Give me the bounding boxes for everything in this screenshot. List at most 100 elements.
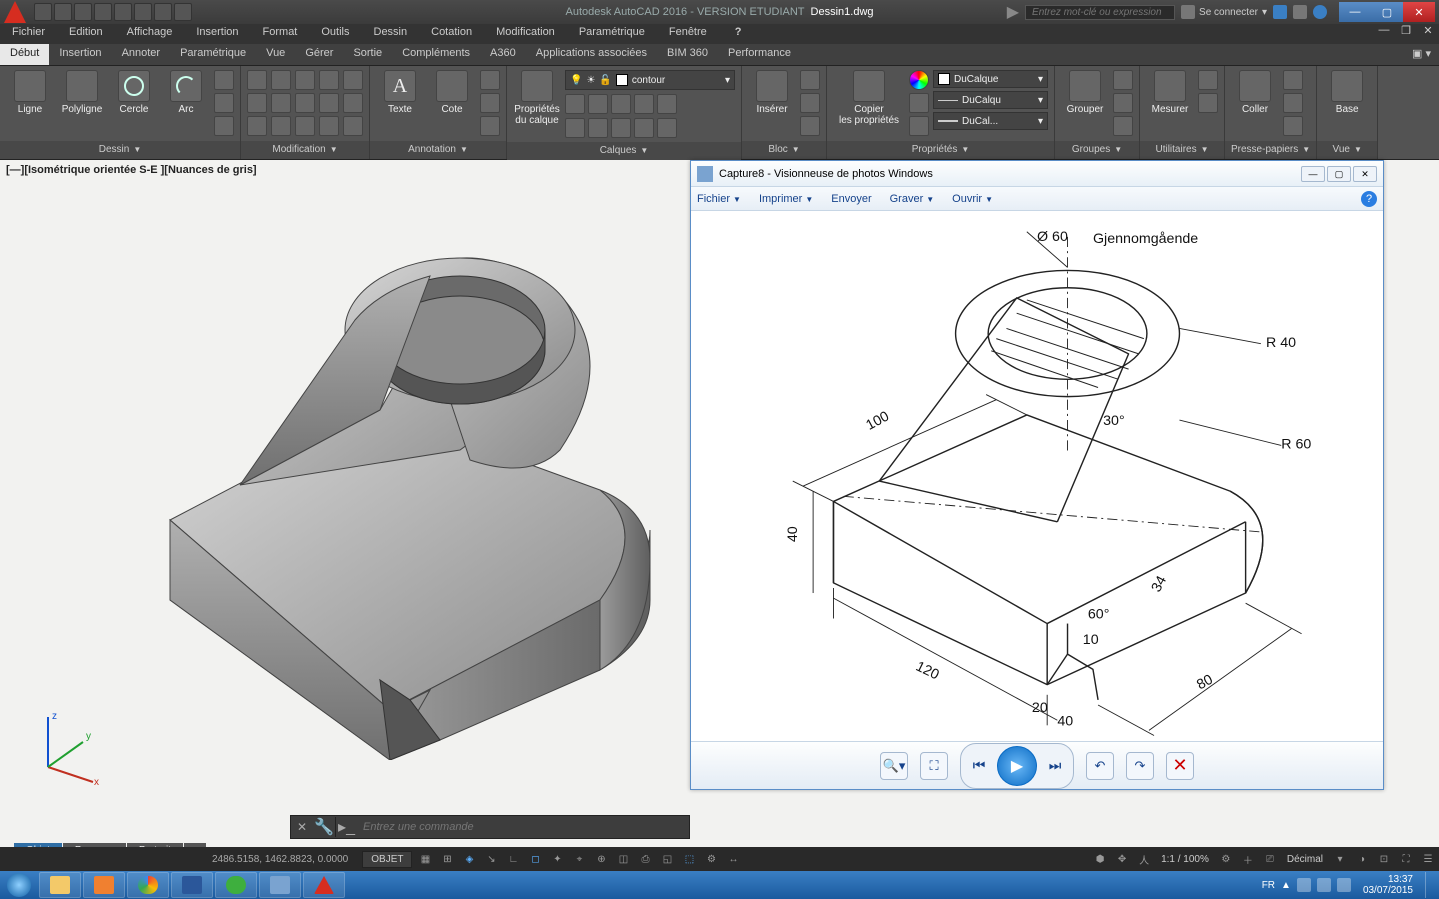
tool-layer-props[interactable]: Propriétés du calque	[513, 70, 561, 126]
util-2[interactable]	[1198, 93, 1218, 113]
sb-4[interactable]: ∟	[502, 849, 524, 869]
tab-a360[interactable]: A360	[480, 44, 526, 65]
start-button[interactable]	[0, 871, 38, 899]
window-maximize-button[interactable]: ▢	[1371, 2, 1403, 22]
tab-applications[interactable]: Applications associées	[526, 44, 657, 65]
qat-plot-icon[interactable]	[114, 3, 132, 21]
annot-cloud[interactable]	[480, 116, 500, 136]
help-icon[interactable]	[1313, 5, 1327, 19]
annot-table[interactable]	[480, 93, 500, 113]
clip-copy[interactable]	[1283, 93, 1303, 113]
layer-tool-5[interactable]	[657, 94, 677, 114]
sb-3[interactable]: ↘	[480, 849, 502, 869]
sb-10[interactable]: ⎙	[634, 849, 656, 869]
pv-maximize-button[interactable]: ▢	[1327, 166, 1351, 182]
clip-copyclip[interactable]	[1283, 116, 1303, 136]
tab-performance[interactable]: Performance	[718, 44, 801, 65]
mod-array[interactable]	[295, 116, 315, 136]
dessin-small-3[interactable]	[214, 116, 234, 136]
tool-cote[interactable]: Cote	[428, 70, 476, 115]
sb-r8[interactable]: ⊡	[1373, 849, 1395, 869]
menu-outils[interactable]: Outils	[309, 24, 361, 44]
layer-dropdown[interactable]: 💡 ☀ 🔓 contour ▾	[565, 70, 735, 90]
mod-erase[interactable]	[319, 70, 339, 90]
menu-affichage[interactable]: Affichage	[115, 24, 185, 44]
menu-help[interactable]: ?	[723, 24, 754, 44]
bloc-attr[interactable]	[800, 116, 820, 136]
exchange-icon[interactable]	[1273, 5, 1287, 19]
taskbar-word[interactable]	[171, 872, 213, 898]
cmd-config-icon[interactable]: 🔧	[313, 817, 335, 837]
tool-polyligne[interactable]: Polyligne	[58, 70, 106, 115]
viewport-label[interactable]: [—][Isométrique orientée S-E ][Nuances d…	[6, 164, 257, 176]
menu-dessin[interactable]: Dessin	[362, 24, 420, 44]
layer-tool-9[interactable]	[634, 118, 654, 138]
tool-grouper[interactable]: Grouper	[1061, 70, 1109, 115]
pv-rotate-ccw-button[interactable]: ↶	[1086, 752, 1114, 780]
tool-matchprops[interactable]: Copier les propriétés	[833, 70, 905, 126]
taskbar-explorer[interactable]	[39, 872, 81, 898]
dessin-small-2[interactable]	[214, 93, 234, 113]
show-desktop-button[interactable]	[1425, 872, 1433, 898]
tool-base[interactable]: Base	[1323, 70, 1371, 115]
menu-fenetre[interactable]: Fenêtre	[657, 24, 719, 44]
sb-r4[interactable]: ＋	[1237, 849, 1259, 869]
sb-13[interactable]: ⚙	[700, 849, 722, 869]
menu-insertion[interactable]: Insertion	[184, 24, 250, 44]
status-space[interactable]: OBJET	[362, 851, 412, 868]
tray-lang[interactable]: FR	[1262, 880, 1275, 891]
grp-3[interactable]	[1113, 116, 1133, 136]
menu-edition[interactable]: Edition	[57, 24, 115, 44]
tray-network-icon[interactable]	[1317, 878, 1331, 892]
qat-redo-icon[interactable]	[154, 3, 172, 21]
cmd-close-icon[interactable]: ✕	[291, 820, 313, 834]
sb-snap[interactable]: ◈	[458, 849, 480, 869]
doc-restore-button[interactable]: ❐	[1395, 24, 1417, 44]
pv-prev-button[interactable]: ⏮	[963, 752, 995, 780]
pv-slideshow-button[interactable]: ▶	[997, 746, 1037, 786]
layer-tool-1[interactable]	[565, 94, 585, 114]
pv-menu-ouvrir[interactable]: Ouvrir▼	[952, 193, 993, 205]
layer-tool-4[interactable]	[634, 94, 654, 114]
taskbar-utorrent[interactable]	[215, 872, 257, 898]
tray-flag-icon[interactable]	[1297, 878, 1311, 892]
mod-trim[interactable]	[295, 70, 315, 90]
status-scale[interactable]: 1:1 / 100%	[1155, 854, 1215, 865]
pv-menu-graver[interactable]: Graver▼	[890, 193, 935, 205]
pv-fit-button[interactable]: ⛶	[920, 752, 948, 780]
menu-cotation[interactable]: Cotation	[419, 24, 484, 44]
sb-menu[interactable]: ☰	[1417, 849, 1439, 869]
tab-bim360[interactable]: BIM 360	[657, 44, 718, 65]
prop-lineweight-dropdown[interactable]: DuCal...▾	[933, 112, 1048, 130]
pv-titlebar[interactable]: Capture8 - Visionneuse de photos Windows…	[691, 161, 1383, 187]
layer-tool-2[interactable]	[588, 94, 608, 114]
mod-extra-3[interactable]	[343, 116, 363, 136]
tab-sortie[interactable]: Sortie	[343, 44, 392, 65]
ribbon-collapse-icon[interactable]: ▣ ▾	[1404, 44, 1439, 65]
sb-8[interactable]: ⊕	[590, 849, 612, 869]
dessin-small-1[interactable]	[214, 70, 234, 90]
sb-1[interactable]: ⊞	[436, 849, 458, 869]
pv-menu-imprimer[interactable]: Imprimer▼	[759, 193, 813, 205]
command-input[interactable]	[357, 821, 689, 833]
annot-leader[interactable]	[480, 70, 500, 90]
prop-line-icon[interactable]	[909, 93, 929, 113]
sb-6[interactable]: ✦	[546, 849, 568, 869]
pv-menu-fichier[interactable]: Fichier▼	[697, 193, 741, 205]
prop-linetype-dropdown[interactable]: DuCalqu▾	[933, 91, 1048, 109]
autodesk-icon[interactable]	[1293, 5, 1307, 19]
tool-ligne[interactable]: Ligne	[6, 70, 54, 115]
grp-1[interactable]	[1113, 70, 1133, 90]
layer-tool-8[interactable]	[611, 118, 631, 138]
window-close-button[interactable]: ✕	[1403, 2, 1435, 22]
mod-offset[interactable]	[319, 116, 339, 136]
sb-osnap[interactable]: ◻	[524, 849, 546, 869]
prop-weight-icon[interactable]	[909, 116, 929, 136]
tab-parametrique[interactable]: Paramétrique	[170, 44, 256, 65]
sb-12[interactable]: ⬚	[678, 849, 700, 869]
bloc-edit[interactable]	[800, 93, 820, 113]
sb-r3[interactable]: ⚙	[1215, 849, 1237, 869]
util-1[interactable]	[1198, 70, 1218, 90]
taskbar-photoviewer[interactable]	[259, 872, 301, 898]
sb-r2[interactable]: 人	[1133, 849, 1155, 869]
